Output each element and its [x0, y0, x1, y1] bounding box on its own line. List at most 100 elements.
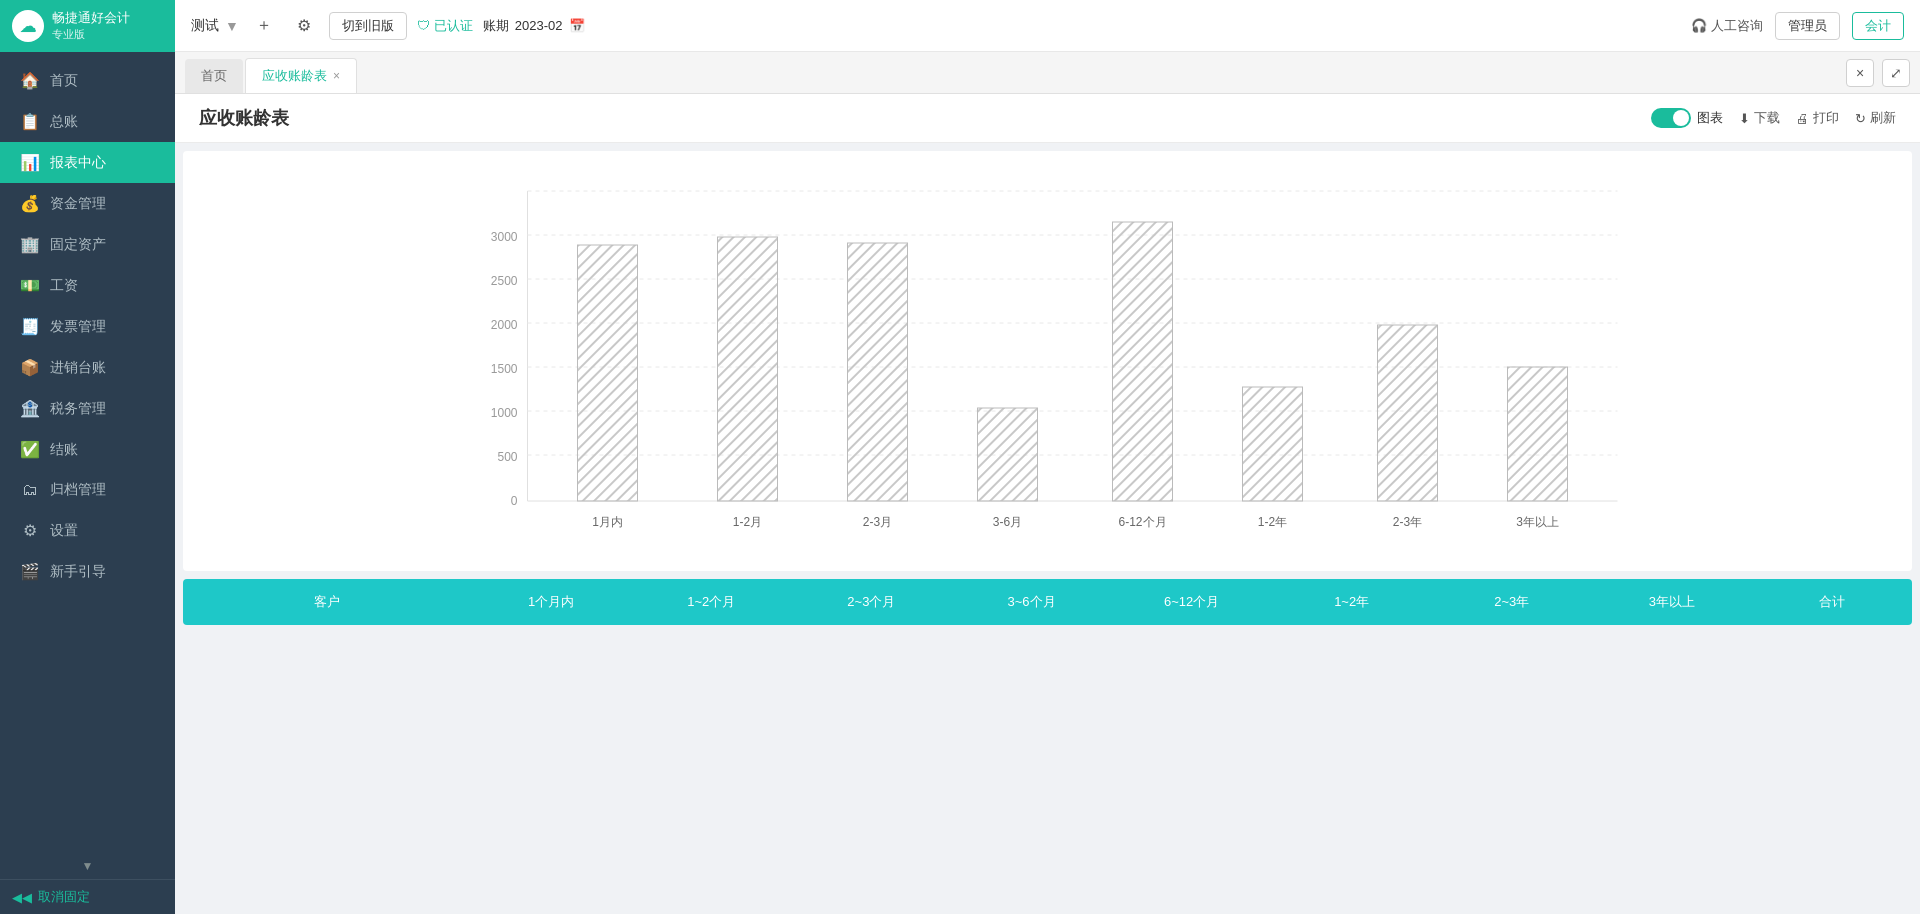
th-3-6month: 3~6个月 [951, 579, 1111, 625]
svg-rect-24 [1378, 325, 1438, 501]
sidebar-item-wages[interactable]: 💵 工资 [0, 265, 175, 306]
close-tab-button[interactable]: × [1846, 59, 1874, 87]
th-3plus-year: 3年以上 [1592, 579, 1752, 625]
tab-home[interactable]: 首页 [185, 59, 243, 93]
svg-text:2-3年: 2-3年 [1393, 515, 1422, 529]
svg-rect-25 [1508, 367, 1568, 501]
main-area: 测试 ▼ ＋ ⚙ 切到旧版 🛡 已认证 账期 2023-02 📅 🎧 人工咨询 … [175, 0, 1920, 914]
download-button[interactable]: ⬇ 下载 [1739, 109, 1780, 127]
topbar-right: 🎧 人工咨询 管理员 会计 [1691, 12, 1904, 40]
chart-toggle-wrap: 图表 [1651, 108, 1723, 128]
certified-badge: 🛡 已认证 [417, 17, 473, 35]
sidebar-item-settings[interactable]: ⚙ 设置 [0, 510, 175, 551]
assets-icon: 🏢 [20, 235, 40, 254]
user-button[interactable]: 管理员 [1775, 12, 1840, 40]
chart-toggle[interactable] [1651, 108, 1691, 128]
svg-text:3000: 3000 [491, 230, 518, 244]
switch-version-button[interactable]: 切到旧版 [329, 12, 407, 40]
calendar-icon[interactable]: 📅 [569, 18, 585, 33]
invoice-icon: 🧾 [20, 317, 40, 336]
svg-rect-20 [848, 243, 908, 501]
guide-icon: 🎬 [20, 562, 40, 581]
svg-text:3年以上: 3年以上 [1516, 515, 1559, 529]
svg-text:1-2年: 1-2年 [1258, 515, 1287, 529]
sidebar-item-archive[interactable]: 🗂 归档管理 [0, 470, 175, 510]
svg-text:1500: 1500 [491, 362, 518, 376]
settings-icon: ⚙ [20, 521, 40, 540]
svg-text:2000: 2000 [491, 318, 518, 332]
tax-icon: 🏦 [20, 399, 40, 418]
svg-rect-18 [578, 245, 638, 501]
role-button[interactable]: 会计 [1852, 12, 1904, 40]
th-1-2month: 1~2个月 [631, 579, 791, 625]
svg-text:1-2月: 1-2月 [733, 515, 762, 529]
th-1month: 1个月内 [471, 579, 631, 625]
svg-text:6-12个月: 6-12个月 [1118, 515, 1166, 529]
settle-icon: ✅ [20, 440, 40, 459]
cancel-fixed-button[interactable]: ◀◀ 取消固定 [0, 879, 175, 914]
sidebar-item-ledger[interactable]: 📋 总账 [0, 101, 175, 142]
tab-close-icon[interactable]: × [333, 69, 340, 83]
chart-toggle-label: 图表 [1697, 109, 1723, 127]
svg-text:2-3月: 2-3月 [863, 515, 892, 529]
svg-rect-21 [978, 408, 1038, 501]
sidebar-scroll-indicator: ▼ [0, 853, 175, 879]
content-area: 应收账龄表 图表 ⬇ 下载 🖨 打印 ↻ 刷新 [175, 94, 1920, 914]
service-button[interactable]: 🎧 人工咨询 [1691, 17, 1763, 35]
tabs-actions: × ⤢ [1846, 59, 1910, 87]
logo-text: 畅捷通好会计 专业版 [52, 10, 130, 41]
th-total: 合计 [1752, 579, 1912, 625]
add-button[interactable]: ＋ [249, 11, 279, 41]
page-header: 应收账龄表 图表 ⬇ 下载 🖨 打印 ↻ 刷新 [175, 94, 1920, 143]
sidebar-item-funds[interactable]: 💰 资金管理 [0, 183, 175, 224]
sidebar-item-guide[interactable]: 🎬 新手引导 [0, 551, 175, 592]
th-2-3month: 2~3个月 [791, 579, 951, 625]
th-1-2year: 1~2年 [1272, 579, 1432, 625]
svg-text:1000: 1000 [491, 406, 518, 420]
pin-icon: ◀◀ [12, 890, 32, 905]
ledger-icon: 📋 [20, 112, 40, 131]
chart-svg: 0 500 1000 1500 2000 2500 3000 [213, 171, 1882, 551]
expand-button[interactable]: ⤢ [1882, 59, 1910, 87]
tab-receivable-aging[interactable]: 应收账龄表 × [245, 58, 357, 93]
svg-text:0: 0 [511, 494, 518, 508]
th-customer: 客户 [183, 579, 471, 625]
print-icon: 🖨 [1796, 111, 1809, 126]
sidebar: ☁ 畅捷通好会计 专业版 🏠 首页 📋 总账 📊 报表中心 💰 资金管理 🏢 固… [0, 0, 175, 914]
svg-rect-22 [1113, 222, 1173, 501]
svg-text:2500: 2500 [491, 274, 518, 288]
logo-icon: ☁ [12, 10, 44, 42]
th-2-3year: 2~3年 [1432, 579, 1592, 625]
reports-icon: 📊 [20, 153, 40, 172]
home-icon: 🏠 [20, 71, 40, 90]
archive-icon: 🗂 [20, 481, 40, 499]
sidebar-item-home[interactable]: 🏠 首页 [0, 60, 175, 101]
sidebar-item-assets[interactable]: 🏢 固定资产 [0, 224, 175, 265]
sidebar-item-settle[interactable]: ✅ 结账 [0, 429, 175, 470]
project-selector[interactable]: 测试 ▼ [191, 17, 239, 35]
funds-icon: 💰 [20, 194, 40, 213]
chevron-down-icon: ▼ [225, 18, 239, 34]
svg-text:3-6月: 3-6月 [993, 515, 1022, 529]
sidebar-item-tax[interactable]: 🏦 税务管理 [0, 388, 175, 429]
page-title: 应收账龄表 [199, 106, 289, 130]
bar-chart: 0 500 1000 1500 2000 2500 3000 [213, 171, 1882, 551]
download-icon: ⬇ [1739, 111, 1750, 126]
svg-text:1月内: 1月内 [592, 515, 623, 529]
settings-button[interactable]: ⚙ [289, 11, 319, 41]
sidebar-item-reports[interactable]: 📊 报表中心 [0, 142, 175, 183]
refresh-icon: ↻ [1855, 111, 1866, 126]
table-header: 客户 1个月内 1~2个月 2~3个月 3~6个月 6~12个月 1~2年 2~… [183, 579, 1912, 625]
sidebar-item-invoice[interactable]: 🧾 发票管理 [0, 306, 175, 347]
shield-icon: 🛡 [417, 18, 430, 33]
sidebar-item-trade[interactable]: 📦 进销台账 [0, 347, 175, 388]
refresh-button[interactable]: ↻ 刷新 [1855, 109, 1896, 127]
th-6-12month: 6~12个月 [1112, 579, 1272, 625]
data-table: 客户 1个月内 1~2个月 2~3个月 3~6个月 6~12个月 1~2年 2~… [183, 579, 1912, 625]
sidebar-nav: 🏠 首页 📋 总账 📊 报表中心 💰 资金管理 🏢 固定资产 💵 工资 🧾 发票… [0, 52, 175, 853]
svg-text:500: 500 [497, 450, 517, 464]
trade-icon: 📦 [20, 358, 40, 377]
wages-icon: 💵 [20, 276, 40, 295]
print-button[interactable]: 🖨 打印 [1796, 109, 1839, 127]
headphone-icon: 🎧 [1691, 18, 1707, 33]
